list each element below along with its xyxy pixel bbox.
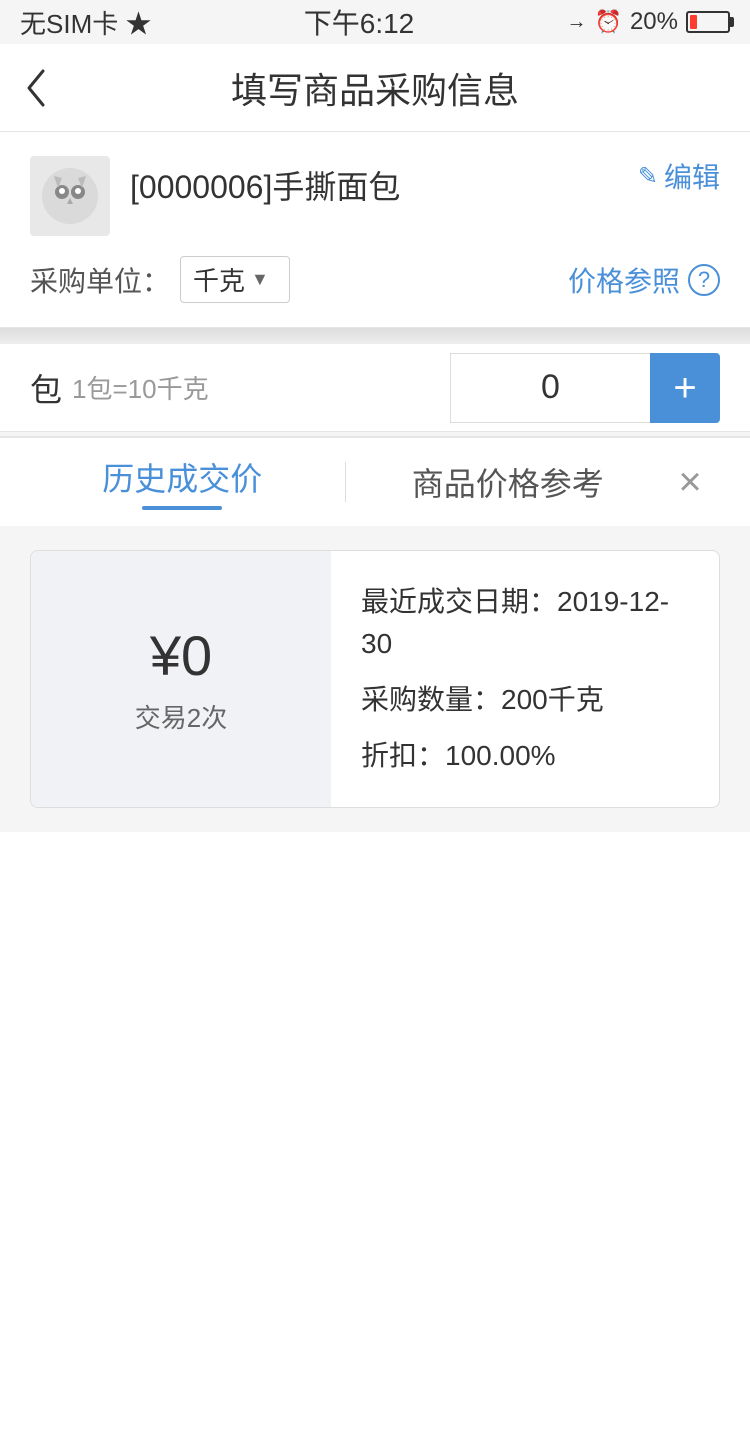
tab-history-label: 历史成交价 (102, 454, 262, 500)
quantity-label: 包 1包=10千克 (30, 365, 209, 411)
product-section: [0000006]手撕面包 ✎ 编辑 采购单位： 千克 ▼ 价格参照 ? (0, 132, 750, 328)
status-right: → ⏰ 20% (567, 8, 730, 36)
product-name: [0000006]手撕面包 (130, 156, 400, 208)
tab-separator (345, 462, 346, 502)
history-details-section: 最近成交日期：2019-12-30 采购数量：200千克 折扣：100.00% (331, 551, 719, 807)
dropdown-arrow-icon: ▼ (251, 269, 269, 290)
product-footer: 采购单位： 千克 ▼ 价格参照 ? (30, 256, 720, 303)
tab-product-price[interactable]: 商品价格参考 (356, 438, 661, 526)
purchase-quantity: 采购数量：200千克 (361, 679, 689, 721)
price-reference-button[interactable]: 价格参照 ? (568, 260, 720, 300)
location-icon: → (567, 11, 587, 34)
currency-symbol: ¥ (150, 624, 181, 687)
history-price-section: ¥0 交易2次 (31, 551, 331, 807)
last-date-label: 最近成交日期： (361, 586, 557, 617)
tab-history-price[interactable]: 历史成交价 (30, 438, 335, 526)
history-price-value: ¥0 (150, 623, 212, 688)
battery-percent: 20% (630, 8, 678, 36)
quantity-controls: 0 + (450, 353, 720, 423)
back-icon (24, 68, 48, 108)
price-ref-label: 价格参照 (568, 260, 680, 300)
discount-label: 折扣： (361, 740, 445, 771)
discount-value: 100.00% (445, 740, 556, 771)
unit-label: 采购单位： (30, 260, 170, 300)
purchase-qty-label: 采购数量： (361, 684, 501, 715)
unit-row: 采购单位： 千克 ▼ (30, 256, 290, 303)
battery-icon (686, 11, 730, 33)
edit-button[interactable]: ✎ 编辑 (638, 156, 720, 196)
purchase-qty-value: 200千克 (501, 684, 604, 715)
section-divider (0, 328, 750, 344)
last-transaction-date: 最近成交日期：2019-12-30 (361, 581, 689, 665)
status-bar: 无SIM卡 ★ 下午6:12 → ⏰ 20% (0, 0, 750, 44)
quantity-increment-button[interactable]: + (650, 353, 720, 423)
tab-section: 历史成交价 商品价格参考 × (0, 436, 750, 526)
time-display: 下午6:12 (304, 2, 415, 42)
close-icon: × (678, 460, 701, 505)
product-header: [0000006]手撕面包 ✎ 编辑 (30, 156, 720, 236)
tab-product-label: 商品价格参考 (412, 459, 604, 505)
tab-close-button[interactable]: × (660, 452, 720, 512)
edit-icon: ✎ (638, 162, 658, 191)
unit-value: 千克 (193, 261, 245, 298)
price-ref-help-icon: ? (688, 264, 720, 296)
quantity-unit-name: 包 (30, 365, 62, 411)
back-button[interactable] (24, 68, 48, 108)
quantity-section: 包 1包=10千克 0 + (0, 344, 750, 432)
tab-bar: 历史成交价 商品价格参考 × (0, 438, 750, 526)
unit-select-dropdown[interactable]: 千克 ▼ (180, 256, 290, 303)
product-thumbnail (30, 156, 110, 236)
nav-bar: 填写商品采购信息 (0, 44, 750, 132)
history-content: ¥0 交易2次 最近成交日期：2019-12-30 采购数量：200千克 折扣：… (0, 526, 750, 832)
history-card: ¥0 交易2次 最近成交日期：2019-12-30 采购数量：200千克 折扣：… (30, 550, 720, 808)
page-title: 填写商品采购信息 (231, 62, 519, 114)
quantity-input[interactable]: 0 (450, 353, 650, 423)
alarm-icon: ⏰ (595, 9, 622, 35)
tab-active-indicator (142, 506, 222, 510)
transaction-count: 交易2次 (135, 698, 227, 735)
quantity-unit-info: 1包=10千克 (72, 369, 209, 406)
edit-label: 编辑 (664, 156, 720, 196)
price-number: 0 (181, 624, 212, 687)
product-left: [0000006]手撕面包 (30, 156, 400, 236)
quantity-value: 0 (541, 368, 560, 407)
empty-area (0, 832, 750, 1432)
plus-icon: + (673, 368, 696, 408)
discount: 折扣：100.00% (361, 735, 689, 777)
carrier-text: 无SIM卡 ★ (20, 4, 151, 41)
